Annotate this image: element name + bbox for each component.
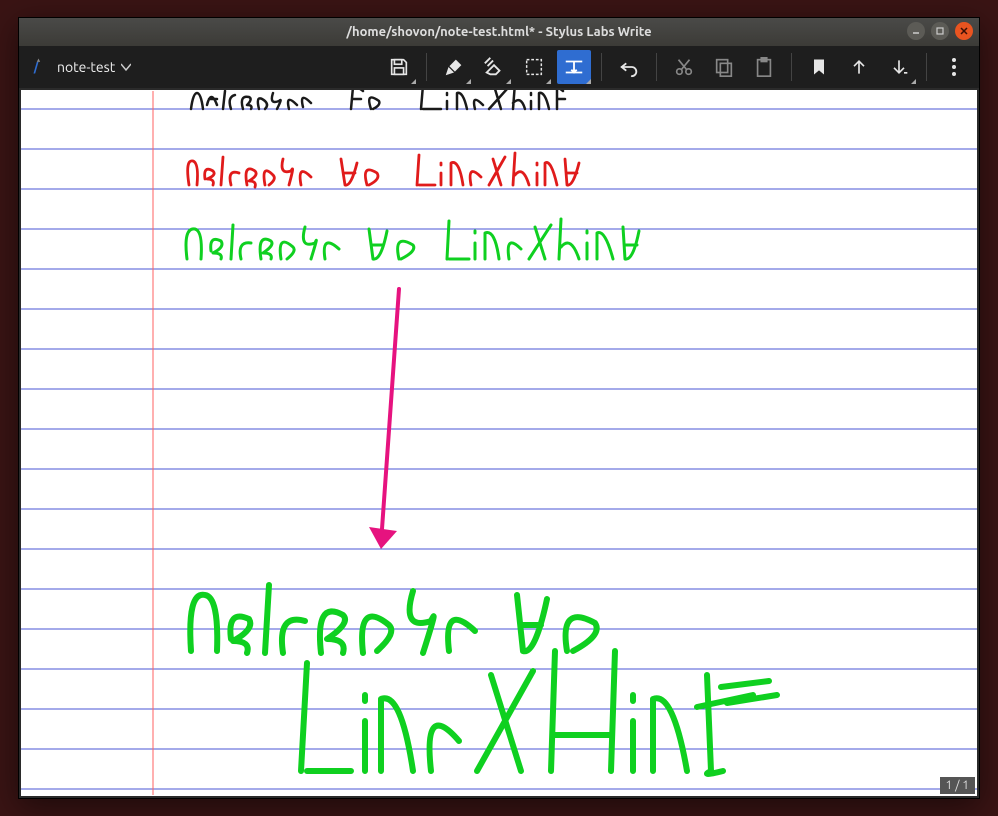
main-toolbar: note-test (19, 46, 979, 88)
pen-tool-button[interactable] (437, 50, 471, 84)
dropdown-caret-icon (466, 79, 471, 84)
toolbar-separator (601, 53, 602, 81)
window-title: /home/shovon/note-test.html* - Stylus La… (346, 25, 651, 39)
select-tool-button[interactable] (517, 50, 551, 84)
dropdown-caret-icon (411, 79, 416, 84)
toolbar-separator (926, 53, 927, 81)
dropdown-caret-icon (911, 79, 916, 84)
eraser-tool-button[interactable] (477, 50, 511, 84)
app-window: /home/shovon/note-test.html* - Stylus La… (18, 17, 980, 799)
page-down-button[interactable] (882, 50, 916, 84)
overflow-menu-button[interactable] (937, 50, 971, 84)
toolbar-separator (426, 53, 427, 81)
canvas-area[interactable]: 1 / 1 (19, 88, 979, 798)
dropdown-caret-icon (546, 79, 551, 84)
save-button[interactable] (382, 50, 416, 84)
handwriting-green-small (186, 219, 639, 259)
undo-button[interactable] (612, 50, 646, 84)
insert-space-tool-button[interactable] (557, 50, 591, 84)
window-controls (907, 22, 973, 40)
dropdown-caret-icon (506, 79, 511, 84)
document-tab[interactable]: note-test (27, 54, 135, 81)
pen-doc-icon (31, 56, 51, 79)
bookmark-button[interactable] (802, 50, 836, 84)
cut-button[interactable] (667, 50, 701, 84)
copy-button[interactable] (707, 50, 741, 84)
toolbar-separator (791, 53, 792, 81)
dropdown-caret-icon (586, 79, 591, 84)
handwriting-black (191, 90, 565, 109)
paste-button[interactable] (747, 50, 781, 84)
page-indicator: 1 / 1 (940, 777, 975, 794)
minimize-button[interactable] (907, 22, 925, 40)
document-name: note-test (57, 59, 115, 75)
handwriting-green-large (190, 585, 777, 774)
handwriting-red (188, 153, 579, 187)
drawing-layer (21, 90, 977, 796)
page-up-button[interactable] (842, 50, 876, 84)
ruled-lines (21, 109, 977, 789)
toolbar-separator (656, 53, 657, 81)
close-button[interactable] (955, 22, 973, 40)
maximize-button[interactable] (931, 22, 949, 40)
title-bar[interactable]: /home/shovon/note-test.html* - Stylus La… (19, 18, 979, 46)
paper[interactable] (21, 90, 977, 796)
chevron-down-icon (121, 59, 131, 75)
arrow (369, 289, 399, 549)
